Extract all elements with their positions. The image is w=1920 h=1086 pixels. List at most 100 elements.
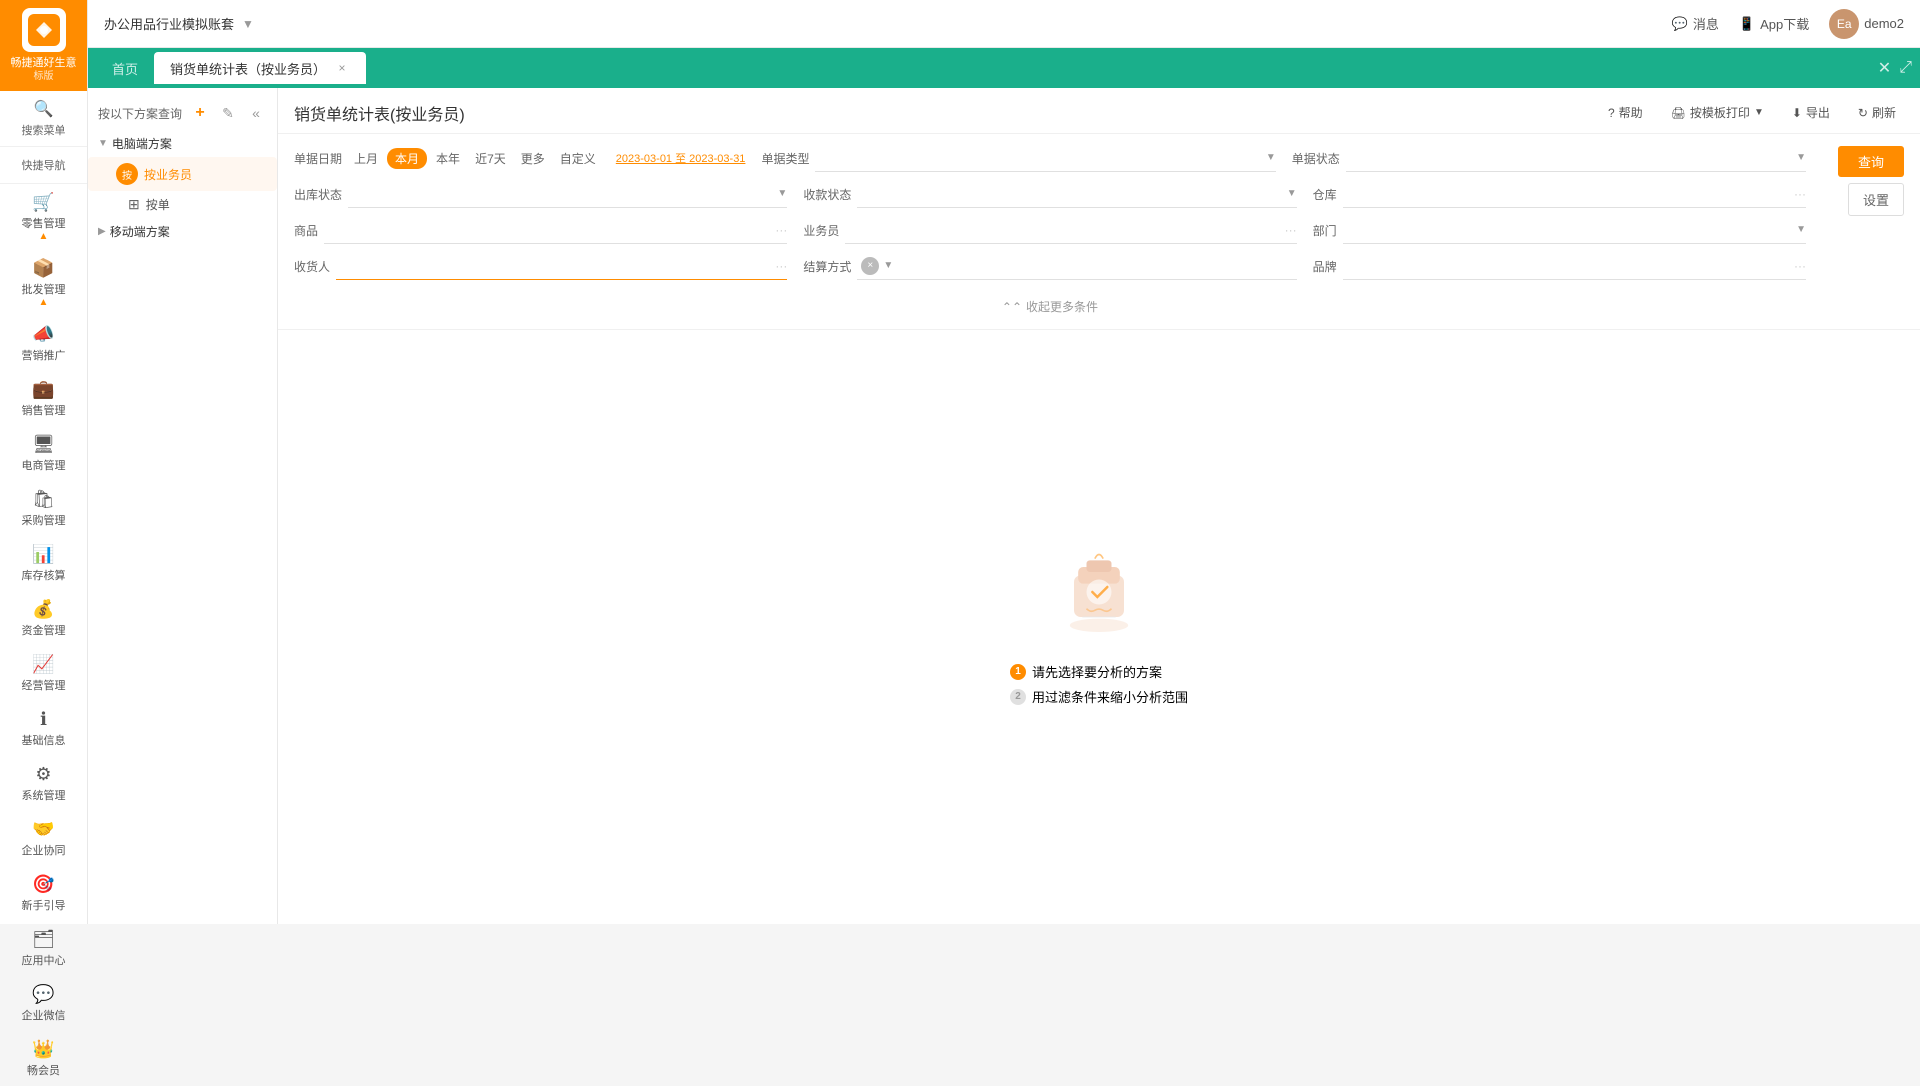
sidebar-item-wholesale[interactable]: 📦 批发管理 ▲ [0,250,87,316]
wholesale-icon: 📦 [32,258,54,279]
sidebar-item-sales[interactable]: 💼 销售管理 [0,371,87,426]
date-tab-more[interactable]: 更多 [515,148,551,169]
sidebar-item-inventory[interactable]: 📊 库存核算 [0,536,87,591]
sidebar-item-member[interactable]: 👑 畅会员 [0,1031,87,1086]
tab-maximize-button[interactable]: ⤢ [1899,59,1912,77]
empty-line-2: 2 用过滤条件来缩小分析范围 [1010,687,1188,706]
retail-expand-icon: ▲ [39,231,49,242]
scheme-icon: 按 [116,163,138,185]
receipt-status-input[interactable]: ▼ [857,180,1296,208]
date-range-display[interactable]: 2023-03-01 至 2023-03-31 [616,150,746,166]
edit-scheme-button[interactable]: ✎ [217,102,239,124]
warehouse-dots: ··· [1794,187,1806,201]
payment-clear-button[interactable]: × [861,257,879,275]
desktop-group-header[interactable]: ▼ 电脑端方案 [88,130,277,157]
collapse-icon: ⌃⌃ [1002,300,1022,314]
print-button[interactable]: 🖨 按模板打印 ▼ [1663,100,1772,125]
brand-dots: ··· [1794,259,1806,273]
tabbar: 首页 销货单统计表（按业务员） × ✕ ⤢ [88,48,1920,88]
refresh-icon: ↻ [1858,106,1868,120]
tab-close-window[interactable]: ✕ [1878,58,1891,78]
consignee-input[interactable]: ··· [336,252,787,280]
date-tab-last-month[interactable]: 上月 [348,148,384,169]
filter-department: 部门 ▼ [1313,216,1806,244]
help-button[interactable]: ? 帮助 [1600,100,1651,125]
scheme-by-salesperson[interactable]: 按 按业务员 [88,157,277,191]
date-tab-this-year[interactable]: 本年 [430,148,466,169]
marketing-label: 营销推广 [22,347,66,363]
tab-expand-area: ✕ ⤢ [1878,58,1912,78]
sidebar-item-marketing[interactable]: 📣 营销推广 [0,316,87,371]
enterprise-icon: 🤝 [32,819,54,840]
topbar-actions: 💬 消息 📱 App下载 Ea demo2 [1672,9,1904,39]
order-icon: ⊞ [128,196,140,213]
add-scheme-button[interactable]: + [189,102,211,124]
quick-nav[interactable]: 快捷导航 [0,147,87,184]
filter-row-1: 单据日期 上月 本月 本年 近7天 更多 自定义 2023-03-01 至 20… [294,144,1806,172]
collapse-button[interactable]: ⌃⌃ 收起更多条件 [1002,292,1098,321]
out-status-input[interactable]: ▼ [348,180,787,208]
newuser-label: 新手引导 [22,897,66,913]
department-input[interactable]: ▼ [1343,216,1806,244]
sidebar-item-purchase[interactable]: 🛍 采购管理 [0,481,87,536]
goods-input[interactable]: ··· [324,216,787,244]
page-title: 销货单统计表(按业务员) [294,101,465,125]
right-panel: 销货单统计表(按业务员) ? 帮助 🖨 按模板打印 ▼ ⬇ 导出 [278,88,1920,924]
sidebar-item-appcenter[interactable]: 🗂 应用中心 [0,921,87,976]
tab-home[interactable]: 首页 [96,52,154,84]
filter-out-status: 出库状态 ▼ [294,180,787,208]
tab-sales-stat[interactable]: 销货单统计表（按业务员） × [154,52,366,84]
refresh-button[interactable]: ↻ 刷新 [1850,100,1904,125]
sidebar-search[interactable]: 🔍 搜索菜单 [0,91,87,147]
empty-illustration [1049,542,1149,642]
export-icon: ⬇ [1792,106,1802,120]
sidebar-item-ecommerce[interactable]: 🖥 电商管理 [0,426,87,481]
app-download-button[interactable]: 📱 App下载 [1739,14,1809,33]
mobile-group[interactable]: ▶ 移动端方案 [88,218,277,245]
date-tab-custom[interactable]: 自定义 [554,148,602,169]
logo-subtitle: 标版 [34,70,54,83]
salesperson-dots: ··· [1285,223,1297,237]
query-button[interactable]: 查询 [1838,146,1904,177]
sidebar-item-wechat[interactable]: 💬 企业微信 [0,976,87,1031]
payment-input[interactable]: × ▼ [857,252,1296,280]
desktop-group-label: 电脑端方案 [112,135,172,152]
doc-type-input[interactable]: ▼ [815,144,1275,172]
sidebar-item-operation[interactable]: 📈 经营管理 [0,646,87,701]
logo-icon [22,8,66,52]
page-actions: ? 帮助 🖨 按模板打印 ▼ ⬇ 导出 ↻ 刷新 [1600,100,1904,125]
scheme-by-order-label: 按单 [146,196,170,213]
sidebar-item-enterprise[interactable]: 🤝 企业协同 [0,811,87,866]
dot-2: 2 [1010,689,1026,705]
wechat-icon: 💬 [32,984,54,1005]
sidebar-item-newuser[interactable]: 🎯 新手引导 [0,866,87,921]
collapse-panel-button[interactable]: « [245,102,267,124]
member-label: 畅会员 [27,1062,60,1078]
filter-date: 单据日期 上月 本月 本年 近7天 更多 自定义 2023-03-01 至 20… [294,148,745,169]
page-header: 销货单统计表(按业务员) ? 帮助 🖨 按模板打印 ▼ ⬇ 导出 [278,88,1920,134]
sidebar-item-retail[interactable]: 🛒 零售管理 ▲ [0,184,87,250]
message-button[interactable]: 💬 消息 [1672,14,1719,33]
user-profile[interactable]: Ea demo2 [1829,9,1904,39]
settings-button[interactable]: 设置 [1848,183,1904,216]
doc-status-label: 单据状态 [1292,150,1340,167]
wechat-label: 企业微信 [22,1007,66,1023]
tab-close-button[interactable]: × [334,60,350,76]
doc-status-input[interactable]: ▼ [1346,144,1806,172]
warehouse-input[interactable]: ··· [1343,180,1806,208]
sidebar-item-finance[interactable]: 💰 资金管理 [0,591,87,646]
sidebar-item-basic[interactable]: ℹ 基础信息 [0,701,87,756]
date-tab-this-month[interactable]: 本月 [387,148,427,169]
brand-input[interactable]: ··· [1343,252,1806,280]
sidebar-item-system[interactable]: ⚙ 系统管理 [0,756,87,811]
account-dropdown-icon[interactable]: ▼ [242,17,254,31]
message-icon: 💬 [1672,16,1688,32]
scheme-by-order[interactable]: ⊞ 按单 [88,191,277,218]
date-tab-last7[interactable]: 近7天 [469,148,512,169]
salesperson-input[interactable]: ··· [845,216,1296,244]
export-button[interactable]: ⬇ 导出 [1784,100,1838,125]
inventory-label: 库存核算 [22,567,66,583]
help-label: 帮助 [1619,104,1643,121]
app-logo[interactable]: 畅捷通好生意 标版 [0,0,87,91]
filter-warehouse: 仓库 ··· [1313,180,1806,208]
